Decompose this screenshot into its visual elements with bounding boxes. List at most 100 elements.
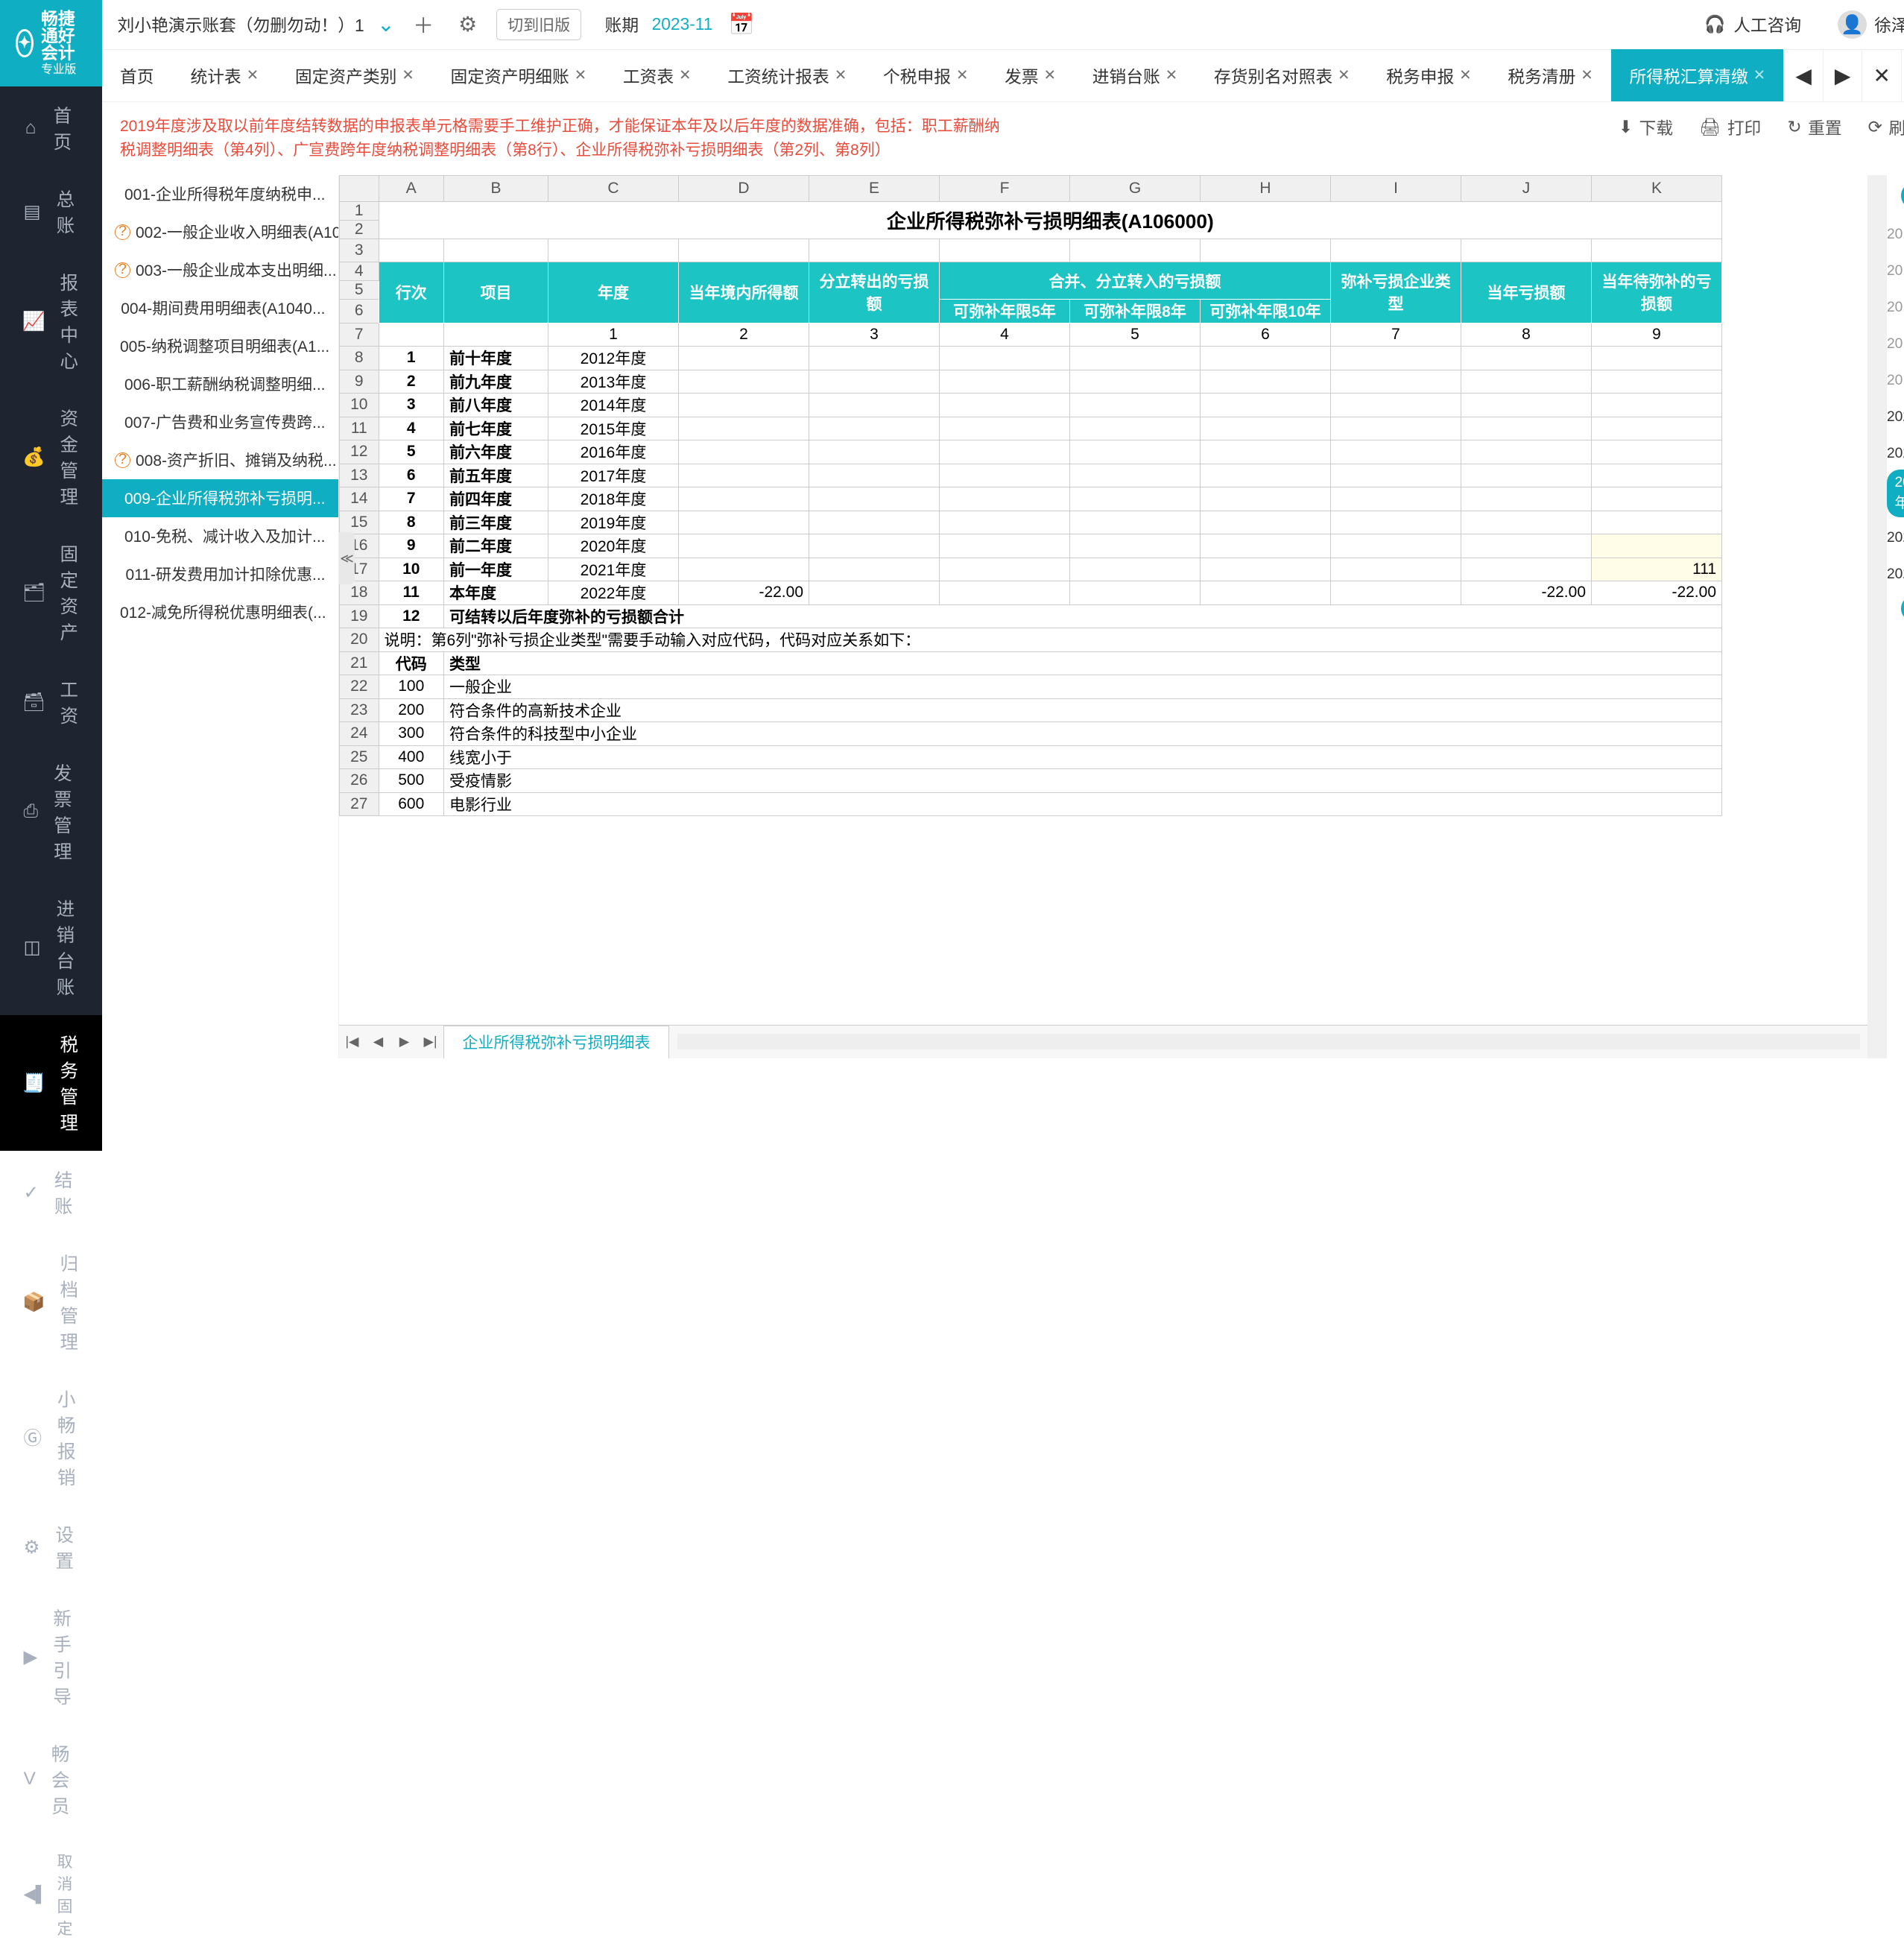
- data-cell[interactable]: [809, 511, 940, 534]
- column-header[interactable]: I: [1331, 175, 1461, 201]
- sidebar-item-tax[interactable]: 🧾税务管理: [0, 1015, 102, 1151]
- data-cell[interactable]: [1201, 440, 1331, 464]
- column-header[interactable]: K: [1592, 175, 1722, 201]
- column-header[interactable]: A: [379, 175, 444, 201]
- data-cell[interactable]: 8: [379, 511, 444, 534]
- form-list-item[interactable]: 006-职工薪酬纳税调整明细...: [102, 365, 339, 403]
- row-header[interactable]: 8: [340, 347, 379, 370]
- data-cell[interactable]: [1461, 487, 1592, 511]
- data-cell[interactable]: [1592, 534, 1722, 558]
- data-cell[interactable]: [679, 487, 809, 511]
- row-header[interactable]: 19: [340, 604, 379, 628]
- form-list-item[interactable]: 004-期间费用明细表(A1040...: [102, 289, 339, 327]
- data-cell[interactable]: 本年度: [444, 581, 548, 605]
- data-cell[interactable]: [809, 464, 940, 487]
- data-cell[interactable]: [809, 417, 940, 440]
- column-header[interactable]: H: [1201, 175, 1331, 201]
- row-header[interactable]: 26: [340, 769, 379, 793]
- column-header[interactable]: D: [679, 175, 809, 201]
- row-header[interactable]: 2: [340, 220, 379, 239]
- form-list-item[interactable]: ?003-一般企业成本支出明细...: [102, 251, 339, 289]
- sheet-tab[interactable]: 企业所得税弥补亏损明细表: [443, 1026, 669, 1059]
- data-cell[interactable]: [1331, 394, 1461, 417]
- data-cell[interactable]: -22.00: [1461, 581, 1592, 605]
- data-cell[interactable]: [1331, 511, 1461, 534]
- sidebar-item-invoice[interactable]: ⎙发票管理: [0, 744, 102, 879]
- data-cell[interactable]: -22.00: [1592, 581, 1722, 605]
- tab-12[interactable]: 所得税汇算清缴✕: [1611, 49, 1783, 101]
- data-cell[interactable]: [1592, 394, 1722, 417]
- row-header[interactable]: 9: [340, 370, 379, 394]
- year-item[interactable]: 2022年: [1887, 470, 1904, 517]
- tab-close-icon[interactable]: ✕: [575, 66, 586, 84]
- data-cell[interactable]: [1201, 370, 1331, 394]
- period-value[interactable]: 2023-11: [652, 14, 713, 34]
- tab-close-icon[interactable]: ✕: [1044, 66, 1056, 84]
- tab-9[interactable]: 存货别名对照表✕: [1195, 49, 1367, 101]
- sheet-prev-button[interactable]: ◀: [365, 1026, 391, 1059]
- reset-button[interactable]: ↻重置: [1787, 115, 1841, 139]
- form-list-item[interactable]: 012-减免所得税优惠明细表(...: [102, 593, 339, 631]
- tab-close-icon[interactable]: ✕: [1459, 66, 1471, 84]
- sheet-grid[interactable]: ABCDEFGHIJK1企业所得税弥补亏损明细表(A106000)234 行次 …: [339, 175, 1867, 1025]
- data-cell[interactable]: [1592, 440, 1722, 464]
- consult-button[interactable]: 🎧 人工咨询: [1704, 12, 1801, 37]
- row-header[interactable]: 22: [340, 675, 379, 699]
- data-cell[interactable]: 可结转以后年度弥补的亏损额合计: [444, 604, 1722, 628]
- old-version-button[interactable]: 切到旧版: [496, 9, 581, 41]
- data-cell[interactable]: [1201, 394, 1331, 417]
- data-cell[interactable]: 3: [379, 394, 444, 417]
- sidebar-item-archive[interactable]: 📦归档管理: [0, 1234, 102, 1370]
- data-cell[interactable]: [809, 534, 940, 558]
- data-cell[interactable]: 前十年度: [444, 347, 548, 370]
- data-cell[interactable]: [1070, 440, 1201, 464]
- data-cell[interactable]: [940, 417, 1070, 440]
- row-header[interactable]: 23: [340, 698, 379, 722]
- row-header[interactable]: 12: [340, 440, 379, 464]
- sidebar-unpin[interactable]: ◀▌ 取消固定: [0, 1834, 102, 1955]
- data-cell[interactable]: [1070, 370, 1201, 394]
- tab-3[interactable]: 固定资产明细账✕: [432, 49, 604, 101]
- tab-close-icon[interactable]: ✕: [402, 66, 414, 84]
- form-list-item[interactable]: ?002-一般企业收入明细表(A10...: [102, 213, 339, 251]
- data-cell[interactable]: [809, 581, 940, 605]
- data-cell[interactable]: [679, 370, 809, 394]
- data-cell[interactable]: [1331, 464, 1461, 487]
- data-cell[interactable]: [1461, 417, 1592, 440]
- row-header[interactable]: 21: [340, 651, 379, 675]
- data-cell[interactable]: [1461, 511, 1592, 534]
- data-cell[interactable]: [940, 370, 1070, 394]
- data-cell[interactable]: [1070, 558, 1201, 581]
- data-cell[interactable]: [679, 417, 809, 440]
- sheet-first-button[interactable]: |◀: [339, 1026, 365, 1059]
- data-cell[interactable]: 6: [379, 464, 444, 487]
- data-cell[interactable]: -22.00: [679, 581, 809, 605]
- column-header[interactable]: F: [940, 175, 1070, 201]
- column-header[interactable]: J: [1461, 175, 1592, 201]
- data-cell[interactable]: [1070, 347, 1201, 370]
- data-cell[interactable]: [940, 581, 1070, 605]
- data-cell[interactable]: [1331, 347, 1461, 370]
- data-cell[interactable]: [809, 440, 940, 464]
- tab-close-icon[interactable]: ✕: [1581, 66, 1593, 84]
- row-header[interactable]: 18: [340, 581, 379, 605]
- sidebar-item-funds[interactable]: 💰资金管理: [0, 389, 102, 525]
- tab-10[interactable]: 税务申报✕: [1368, 49, 1490, 101]
- data-cell[interactable]: [679, 534, 809, 558]
- data-cell[interactable]: [1201, 558, 1331, 581]
- data-cell[interactable]: [1070, 511, 1201, 534]
- data-cell[interactable]: [1592, 417, 1722, 440]
- form-list-item[interactable]: 010-免税、减计收入及加计...: [102, 517, 339, 555]
- data-cell[interactable]: 4: [379, 417, 444, 440]
- data-cell[interactable]: [1201, 347, 1331, 370]
- data-cell[interactable]: [1070, 487, 1201, 511]
- data-cell[interactable]: 9: [379, 534, 444, 558]
- data-cell[interactable]: [1201, 534, 1331, 558]
- column-header[interactable]: G: [1070, 175, 1201, 201]
- year-up-button[interactable]: ⌃: [1901, 183, 1904, 209]
- data-cell[interactable]: 前七年度: [444, 417, 548, 440]
- data-cell[interactable]: [679, 558, 809, 581]
- tab-close-icon[interactable]: ✕: [956, 66, 968, 84]
- data-cell[interactable]: 前一年度: [444, 558, 548, 581]
- data-cell[interactable]: 2022年度: [548, 581, 679, 605]
